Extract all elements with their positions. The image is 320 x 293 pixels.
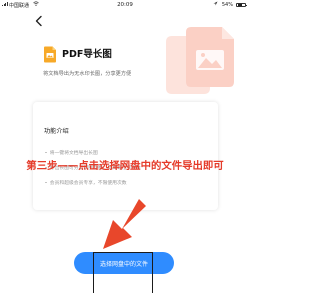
- panel-title: 功能介绍: [44, 128, 69, 135]
- page-description: 将文档导出为无水印长图，分享更方便: [43, 71, 132, 77]
- status-bar: 中国联通 20:09 54%: [0, 0, 250, 10]
- feature-text: 将一键将文档导出长图: [49, 151, 98, 156]
- battery-icon: [236, 2, 247, 7]
- battery-level: [237, 4, 242, 6]
- pdf-document-icon: [44, 46, 56, 63]
- back-arrow-icon: [35, 15, 42, 27]
- feature-item: 会员和超级会员专享，不限使用次数: [45, 179, 127, 186]
- instruction-annotation: 第三步——点击选择网盘中的文件导出即可: [26, 160, 224, 172]
- bullet-icon: [45, 181, 47, 184]
- red-arrow-icon: [103, 199, 146, 249]
- page-title: PDF导长图: [62, 49, 112, 60]
- feature-item: 将一键将文档导出长图: [45, 149, 98, 156]
- feature-text: 会员和超级会员专享，不限使用次数: [49, 181, 127, 186]
- bullet-icon: [45, 151, 47, 154]
- feature-panel: 功能介绍 将一键将文档导出长图 导出长图可分享到朋友圈，提高等社交平台 会员和超…: [33, 102, 218, 210]
- back-button[interactable]: [34, 12, 44, 27]
- location-icon: [213, 1, 218, 8]
- battery-percent: 54%: [221, 1, 233, 8]
- pdf-long-image-screen: 中国联通 20:09 54% PDF导长图 将文档导出为无水印长图，分享更方便: [0, 0, 250, 293]
- highlight-box: [93, 252, 153, 293]
- image-document-illustration: [166, 27, 234, 94]
